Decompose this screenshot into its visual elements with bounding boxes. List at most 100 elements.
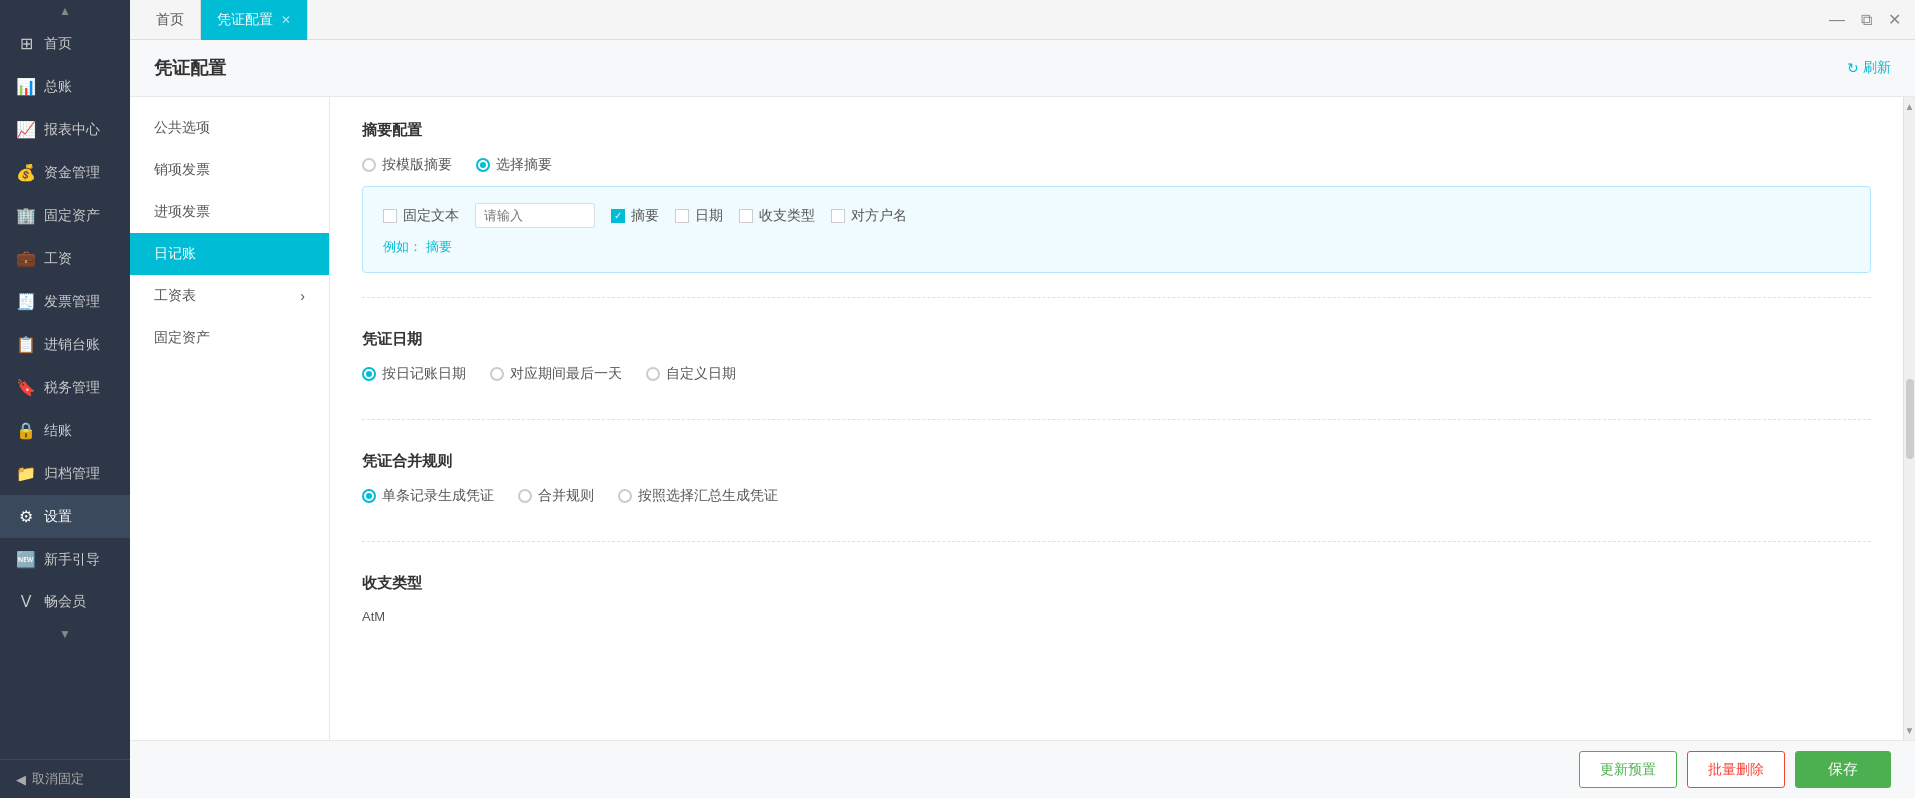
- sidebar-item-tax[interactable]: 🔖 税务管理: [0, 366, 130, 409]
- radio-period-last-day[interactable]: 对应期间最后一天: [490, 365, 622, 383]
- left-nav-payroll[interactable]: 工资表 ›: [130, 275, 329, 317]
- sidebar-item-close[interactable]: 🔒 结账: [0, 409, 130, 452]
- radio-template-summary[interactable]: 按模版摘要: [362, 156, 452, 174]
- radio-custom-date[interactable]: 自定义日期: [646, 365, 736, 383]
- left-nav: 公共选项 销项发票 进项发票 日记账 工资表 › 固定资产: [130, 97, 330, 740]
- checkbox-summary-box: [611, 209, 625, 223]
- checkbox-counterparty[interactable]: 对方户名: [831, 207, 907, 225]
- sidebar-scroll-up[interactable]: ▲: [0, 0, 130, 22]
- summary-config-box: 固定文本 摘要 日期: [362, 186, 1871, 273]
- home-icon: ⊞: [16, 34, 36, 53]
- atm-label: AtM: [362, 609, 1871, 624]
- checkbox-summary[interactable]: 摘要: [611, 207, 659, 225]
- radio-journal-date[interactable]: 按日记账日期: [362, 365, 466, 383]
- refresh-button[interactable]: ↻ 刷新: [1847, 59, 1891, 77]
- payment-type-title: 收支类型: [362, 574, 1871, 593]
- tab-home[interactable]: 首页: [140, 0, 201, 40]
- sidebar-scroll-down[interactable]: ▼: [0, 623, 130, 645]
- pin-icon: ◀: [16, 772, 26, 787]
- vip-icon: V: [16, 593, 36, 611]
- sidebar-item-archive[interactable]: 📁 归档管理: [0, 452, 130, 495]
- radio-merge-rule[interactable]: 合并规则: [518, 487, 594, 505]
- left-nav-sales-invoice[interactable]: 销项发票: [130, 149, 329, 191]
- page-header: 凭证配置 ↻ 刷新: [130, 40, 1915, 97]
- radio-summary-generate[interactable]: 按照选择汇总生成凭证: [618, 487, 778, 505]
- refresh-icon: ↻: [1847, 60, 1859, 76]
- radio-template-circle: [362, 158, 376, 172]
- summary-section: 摘要配置 按模版摘要 选择摘要: [362, 121, 1871, 298]
- date-radio-group: 按日记账日期 对应期间最后一天 自定义日期: [362, 365, 1871, 383]
- left-nav-purchase-invoice[interactable]: 进项发票: [130, 191, 329, 233]
- sidebar-item-ledger[interactable]: 📊 总账: [0, 65, 130, 108]
- radio-select-circle: [476, 158, 490, 172]
- summary-section-title: 摘要配置: [362, 121, 1871, 140]
- sidebar-item-salary[interactable]: 💼 工资: [0, 237, 130, 280]
- radio-summary-generate-circle: [618, 489, 632, 503]
- left-nav-public[interactable]: 公共选项: [130, 107, 329, 149]
- close-accounts-icon: 🔒: [16, 421, 36, 440]
- tab-close-button[interactable]: ✕: [281, 13, 291, 27]
- radio-select-summary[interactable]: 选择摘要: [476, 156, 552, 174]
- scroll-up-arrow[interactable]: ▲: [1905, 97, 1915, 116]
- assets-icon: 🏢: [16, 206, 36, 225]
- radio-single-record-circle: [362, 489, 376, 503]
- date-section-title: 凭证日期: [362, 330, 1871, 349]
- invoice-icon: 🧾: [16, 292, 36, 311]
- payment-type-section: 收支类型 AtM: [362, 574, 1871, 648]
- save-button[interactable]: 保存: [1795, 751, 1891, 788]
- archive-icon: 📁: [16, 464, 36, 483]
- close-window-button[interactable]: ✕: [1884, 8, 1905, 31]
- sidebar-item-invoice[interactable]: 🧾 发票管理: [0, 280, 130, 323]
- merge-rule-radio-group: 单条记录生成凭证 合并规则 按照选择汇总生成凭证: [362, 487, 1871, 505]
- main-content: 摘要配置 按模版摘要 选择摘要: [330, 97, 1903, 740]
- checkbox-counterparty-box: [831, 209, 845, 223]
- sidebar-item-settings[interactable]: ⚙ 设置: [0, 495, 130, 538]
- radio-period-last-day-circle: [490, 367, 504, 381]
- checkbox-fixed-text[interactable]: 固定文本: [383, 207, 459, 225]
- funds-icon: 💰: [16, 163, 36, 182]
- example-text: 例如： 摘要: [383, 238, 1850, 256]
- checkbox-fixed-text-box: [383, 209, 397, 223]
- sidebar-item-assets[interactable]: 🏢 固定资产: [0, 194, 130, 237]
- reports-icon: 📈: [16, 120, 36, 139]
- summary-radio-group: 按模版摘要 选择摘要: [362, 156, 1871, 174]
- ledger-icon: 📊: [16, 77, 36, 96]
- window-controls: — ⧉ ✕: [1825, 8, 1905, 31]
- page-title: 凭证配置: [154, 56, 226, 80]
- merge-rule-section: 凭证合并规则 单条记录生成凭证 合并规则 按照选择汇总生成凭证: [362, 452, 1871, 542]
- minimize-button[interactable]: —: [1825, 9, 1849, 31]
- checkbox-payment-type[interactable]: 收支类型: [739, 207, 815, 225]
- sidebar: ▲ ⊞ 首页 📊 总账 📈 报表中心 💰 资金管理 🏢 固定资产 💼 工资 🧾 …: [0, 0, 130, 798]
- main-area: 首页 凭证配置 ✕ — ⧉ ✕ 凭证配置 ↻ 刷新 公共选项: [130, 0, 1915, 798]
- date-section: 凭证日期 按日记账日期 对应期间最后一天 自定义日期: [362, 330, 1871, 420]
- content-area: 凭证配置 ↻ 刷新 公共选项 销项发票 进项发票 日记账: [130, 40, 1915, 798]
- sidebar-item-home[interactable]: ⊞ 首页: [0, 22, 130, 65]
- update-preview-button[interactable]: 更新预置: [1579, 751, 1677, 788]
- scroll-down-arrow[interactable]: ▼: [1905, 721, 1915, 740]
- sidebar-item-vip[interactable]: V 畅会员: [0, 581, 130, 623]
- tax-icon: 🔖: [16, 378, 36, 397]
- sidebar-item-funds[interactable]: 💰 资金管理: [0, 151, 130, 194]
- left-nav-fixed-assets[interactable]: 固定资产: [130, 317, 329, 359]
- batch-delete-button[interactable]: 批量删除: [1687, 751, 1785, 788]
- checkbox-row: 固定文本 摘要 日期: [383, 203, 1850, 228]
- fixed-text-input[interactable]: [475, 203, 595, 228]
- merge-rule-title: 凭证合并规则: [362, 452, 1871, 471]
- maximize-button[interactable]: ⧉: [1857, 9, 1876, 31]
- checkbox-payment-type-box: [739, 209, 753, 223]
- unpin-button[interactable]: ◀ 取消固定: [0, 759, 130, 798]
- radio-single-record[interactable]: 单条记录生成凭证: [362, 487, 494, 505]
- checkbox-date[interactable]: 日期: [675, 207, 723, 225]
- radio-journal-date-circle: [362, 367, 376, 381]
- body-layout: 公共选项 销项发票 进项发票 日记账 工资表 › 固定资产: [130, 97, 1915, 740]
- chevron-right-icon: ›: [300, 288, 305, 304]
- sidebar-item-reports[interactable]: 📈 报表中心: [0, 108, 130, 151]
- salary-icon: 💼: [16, 249, 36, 268]
- scrollbar-thumb[interactable]: [1906, 379, 1914, 459]
- tab-voucher-config[interactable]: 凭证配置 ✕: [201, 0, 308, 40]
- left-nav-journal[interactable]: 日记账: [130, 233, 329, 275]
- bottom-action-bar: 更新预置 批量删除 保存: [130, 740, 1915, 798]
- sidebar-item-purchase-sales[interactable]: 📋 进销台账: [0, 323, 130, 366]
- settings-icon: ⚙: [16, 507, 36, 526]
- sidebar-item-guide[interactable]: 🆕 新手引导: [0, 538, 130, 581]
